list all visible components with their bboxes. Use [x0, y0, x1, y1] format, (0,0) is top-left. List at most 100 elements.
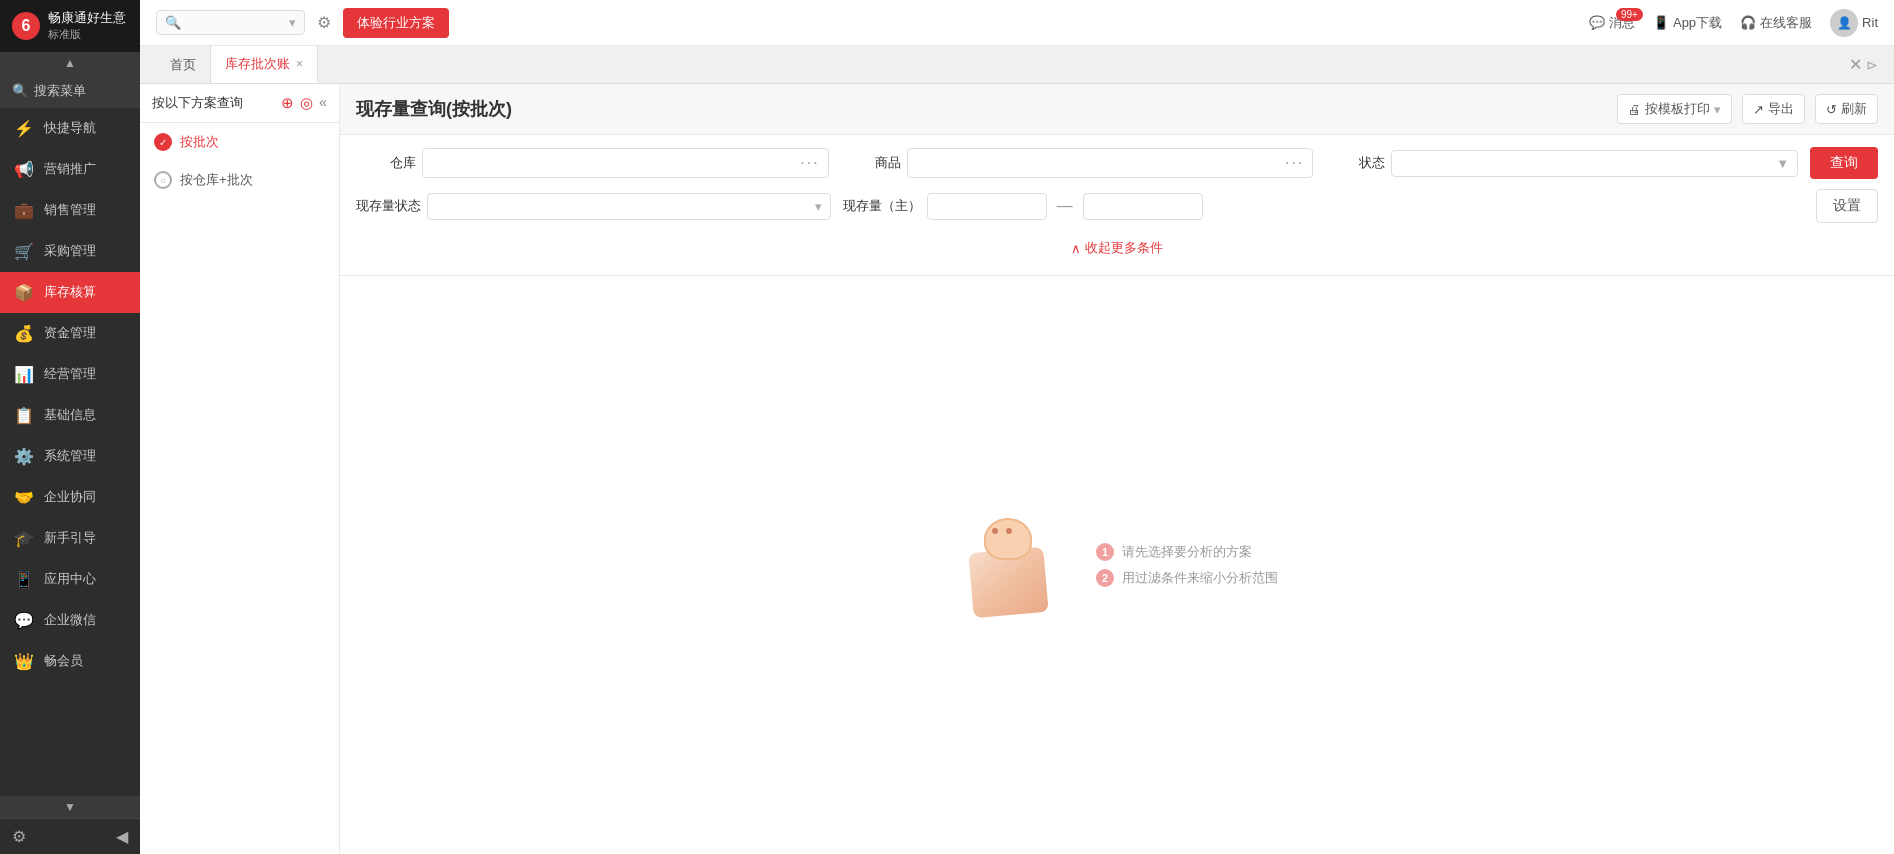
scroll-down-btn[interactable]: ▼	[0, 796, 140, 818]
nav-icon-appstore: 📱	[14, 570, 34, 589]
print-button[interactable]: 🖨 按模板打印 ▾	[1617, 94, 1732, 124]
header-actions: 🖨 按模板打印 ▾ ↗ 导出 ↺ 刷新	[1617, 94, 1878, 124]
nav-icon-purchase: 🛒	[14, 242, 34, 261]
warehouse-input[interactable]: ···	[422, 148, 829, 178]
sidebar-item-basic[interactable]: 📋基础信息	[0, 395, 140, 436]
service-icon: 🎧	[1740, 15, 1756, 30]
customer-service-label: 在线客服	[1760, 14, 1812, 32]
avatar: 👤	[1830, 9, 1858, 37]
empty-state: 1 请先选择要分析的方案 2 用过滤条件来缩小分析范围	[340, 276, 1894, 854]
inventory-status-select[interactable]: ▾	[427, 193, 831, 220]
topbar-gear-icon[interactable]: ⚙	[317, 13, 331, 32]
sidebar: 6 畅康通好生意 标准版 ▲ 🔍 搜索菜单 ⚡快捷导航📢营销推广💼销售管理🛒采购…	[0, 0, 140, 854]
tab-home[interactable]: 首页	[156, 46, 211, 83]
empty-content: 1 请先选择要分析的方案 2 用过滤条件来缩小分析范围	[956, 510, 1278, 620]
try-industry-button[interactable]: 体验行业方案	[343, 8, 449, 38]
warehouse-label: 仓库	[356, 154, 416, 172]
filter-panel-header: 按以下方案查询 ⊕ ◎ «	[140, 84, 339, 123]
nav-label-inventory: 库存核算	[44, 283, 96, 301]
filter-row-2: 现存量状态 ▾ 现存量（主） — 设置	[356, 189, 1878, 223]
scheme-item-batch[interactable]: ✓ 按批次	[140, 123, 339, 161]
warehouse-filter: 仓库 ···	[356, 148, 829, 178]
scheme-item-warehouse-batch[interactable]: ○ 按仓库+批次	[140, 161, 339, 199]
sidebar-item-finance[interactable]: 💰资金管理	[0, 313, 140, 354]
query-header: 现存量查询(按批次) 🖨 按模板打印 ▾ ↗ 导出 ↺ 刷新	[340, 84, 1894, 135]
sidebar-item-wechat[interactable]: 💬 企业微信	[0, 600, 140, 641]
inv-status-chevron-icon: ▾	[815, 199, 822, 214]
panel-close-button[interactable]: ✕	[1849, 55, 1862, 74]
settings-button[interactable]: 设置	[1816, 189, 1878, 223]
status-select[interactable]: ▼	[1391, 150, 1798, 177]
topbar-search-icon: 🔍	[165, 15, 181, 30]
nav-icon-newbie: 🎓	[14, 529, 34, 548]
sidebar-item-shortcut[interactable]: ⚡快捷导航	[0, 108, 140, 149]
user-avatar[interactable]: 👤 Rit	[1830, 9, 1878, 37]
empty-hint-2: 2 用过滤条件来缩小分析范围	[1096, 569, 1278, 587]
topbar-search-wrap[interactable]: 🔍 ▾	[156, 10, 305, 35]
tab-close-icon[interactable]: ×	[296, 57, 303, 71]
topbar: 🔍 ▾ ⚙ 体验行业方案 💬 消息 99+ 📱 App下载 🎧 在线客服	[140, 0, 1894, 46]
nav-icon-enterprise: 🤝	[14, 488, 34, 507]
scheme-inactive-dot: ○	[154, 171, 172, 189]
inventory-status-filter: 现存量状态 ▾	[356, 193, 831, 220]
sidebar-item-marketing[interactable]: 📢营销推广	[0, 149, 140, 190]
sidebar-item-enterprise[interactable]: 🤝企业协同	[0, 477, 140, 518]
settings-scheme-icon[interactable]: ◎	[300, 94, 313, 112]
scroll-up-btn[interactable]: ▲	[0, 52, 140, 74]
tab-inventory-batch[interactable]: 库存批次账 ×	[211, 46, 318, 83]
refresh-button[interactable]: ↺ 刷新	[1815, 94, 1878, 124]
topbar-search-input[interactable]	[185, 15, 285, 30]
export-label: 导出	[1768, 100, 1794, 118]
status-filter: 状态 ▼	[1325, 150, 1798, 177]
nav-icon-system: ⚙️	[14, 447, 34, 466]
nav-label-system: 系统管理	[44, 447, 96, 465]
sidebar-item-appstore[interactable]: 📱 应用中心	[0, 559, 140, 600]
sidebar-item-purchase[interactable]: 🛒采购管理	[0, 231, 140, 272]
tab-active-label: 库存批次账	[225, 55, 290, 73]
nav-label-wechat: 企业微信	[44, 611, 96, 629]
scheme-warehouse-batch-label: 按仓库+批次	[180, 171, 253, 189]
collapse-panel-icon[interactable]: «	[319, 94, 327, 112]
inventory-qty-from[interactable]	[927, 193, 1047, 220]
sidebar-search[interactable]: 🔍 搜索菜单	[0, 74, 140, 108]
settings-icon[interactable]: ⚙	[12, 827, 26, 846]
page-content: 按以下方案查询 ⊕ ◎ « ✓ 按批次 ○ 按仓库+批次 现存量查询(按批次)	[140, 84, 1894, 854]
collapse-sidebar-icon[interactable]: ◀	[116, 827, 128, 846]
nav-icon-operations: 📊	[14, 365, 34, 384]
customer-service-item[interactable]: 🎧 在线客服	[1740, 14, 1812, 32]
inventory-qty-to[interactable]	[1083, 193, 1203, 220]
print-label: 按模板打印	[1645, 100, 1710, 118]
app-subtitle: 标准版	[48, 27, 126, 42]
main-content: 🔍 ▾ ⚙ 体验行业方案 💬 消息 99+ 📱 App下载 🎧 在线客服	[140, 0, 1894, 854]
scheme-batch-label: 按批次	[180, 133, 219, 151]
product-input[interactable]: ···	[907, 148, 1314, 178]
sidebar-item-system[interactable]: ⚙️ 系统管理	[0, 436, 140, 477]
empty-illustration	[956, 510, 1066, 620]
sidebar-item-sales[interactable]: 💼销售管理	[0, 190, 140, 231]
scheme-active-dot: ✓	[154, 133, 172, 151]
empty-eye-left	[992, 528, 998, 534]
query-button[interactable]: 查询	[1810, 147, 1878, 179]
nav-icon-inventory: 📦	[14, 283, 34, 302]
warehouse-more-icon: ···	[800, 154, 819, 172]
nav-icon-wechat: 💬	[14, 611, 34, 630]
sidebar-item-inventory[interactable]: 📦 库存核算	[0, 272, 140, 313]
app-logo: 6	[12, 12, 40, 40]
export-button[interactable]: ↗ 导出	[1742, 94, 1805, 124]
inventory-qty-label: 现存量（主）	[843, 197, 921, 215]
nav-label-appstore: 应用中心	[44, 570, 96, 588]
sidebar-item-operations[interactable]: 📊经营管理	[0, 354, 140, 395]
empty-hints: 1 请先选择要分析的方案 2 用过滤条件来缩小分析范围	[1096, 543, 1278, 587]
sidebar-search-label: 搜索菜单	[34, 82, 86, 100]
sidebar-item-member[interactable]: 👑畅会员	[0, 641, 140, 682]
tab-home-label: 首页	[170, 56, 196, 74]
tabbar: 首页 库存批次账 × ✕ ⊳	[140, 46, 1894, 84]
sidebar-item-newbie[interactable]: 🎓新手引导	[0, 518, 140, 559]
message-icon: 💬	[1589, 15, 1605, 30]
add-scheme-icon[interactable]: ⊕	[281, 94, 294, 112]
nav-icon-sales: 💼	[14, 201, 34, 220]
app-download-item[interactable]: 📱 App下载	[1653, 14, 1722, 32]
panel-expand-icon[interactable]: ⊳	[1866, 57, 1878, 73]
message-item[interactable]: 💬 消息 99+	[1589, 14, 1635, 32]
collapse-more-btn[interactable]: ∧ 收起更多条件	[356, 233, 1878, 263]
